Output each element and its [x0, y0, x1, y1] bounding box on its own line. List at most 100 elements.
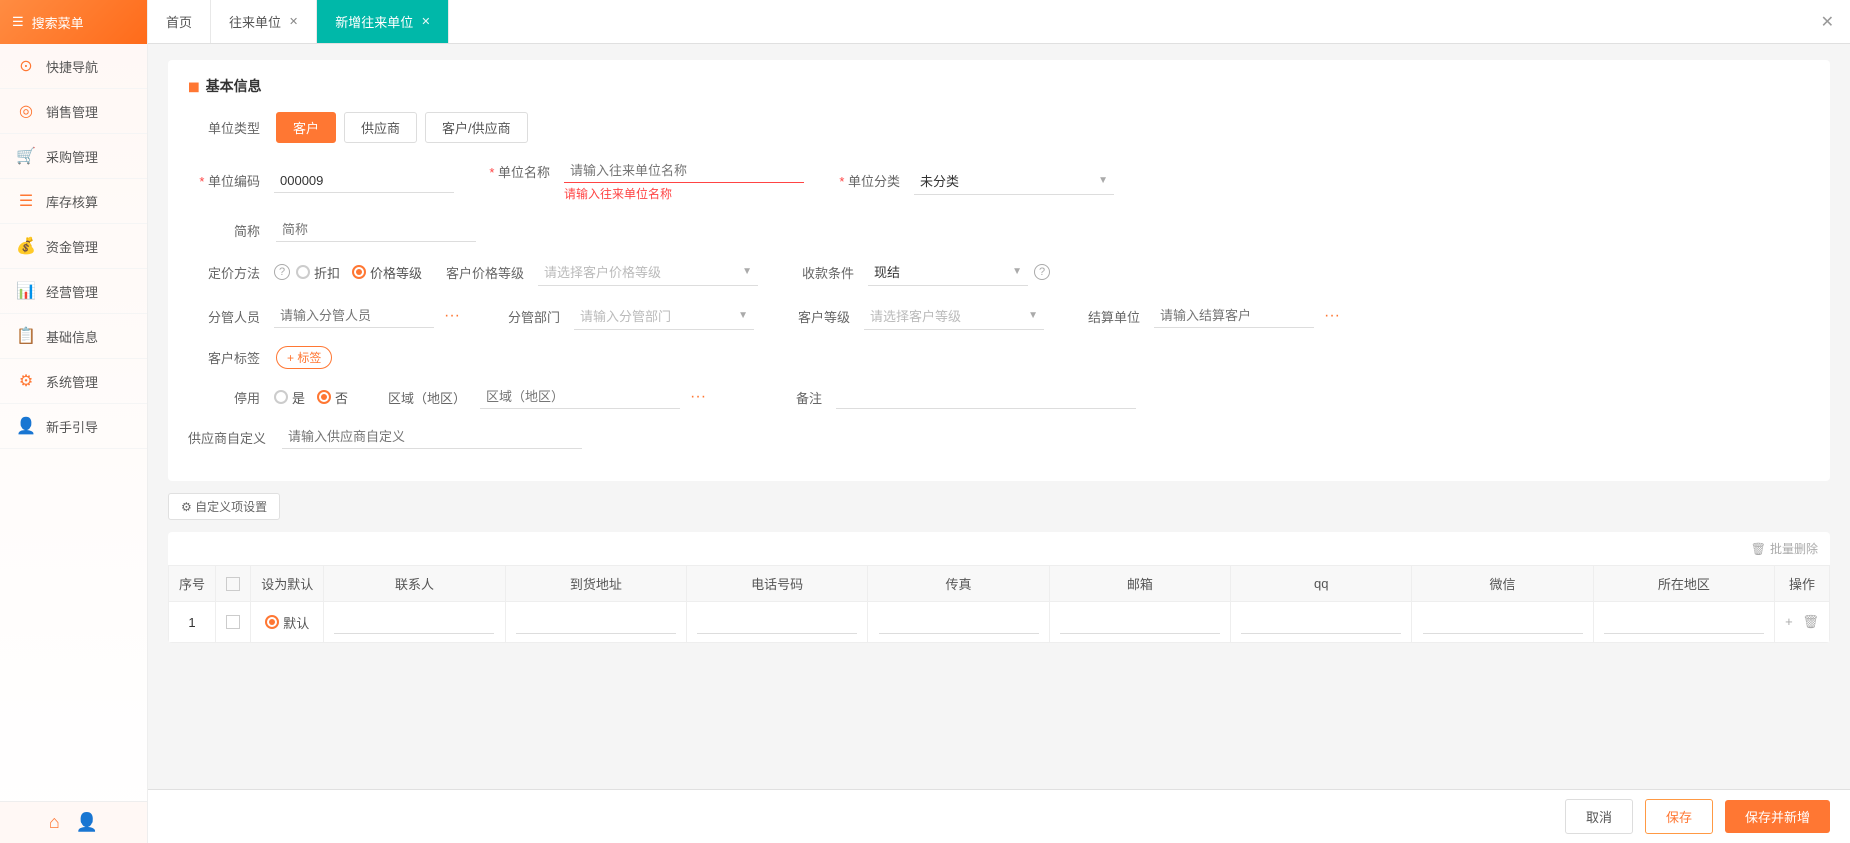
disable-no[interactable]: 否: [317, 388, 348, 407]
type-btn-supplier[interactable]: 供应商: [344, 112, 417, 143]
customer-price-level-field: 客户价格等级 请选择客户价格等级 ▼: [446, 258, 758, 286]
guide-icon: 👤: [16, 416, 36, 436]
remark-field: 备注: [750, 385, 1136, 409]
tab-new-partner[interactable]: 新增往来单位 ✕: [317, 0, 449, 43]
address-input[interactable]: [516, 610, 676, 634]
table-row: 1 默认: [169, 602, 1830, 643]
remark-label: 备注: [750, 388, 830, 407]
sidebar-item-quick-nav[interactable]: ⊙ 快捷导航: [0, 44, 147, 89]
col-phone: 电话号码: [687, 566, 868, 602]
tabbar: 首页 往来单位 ✕ 新增往来单位 ✕ ✕: [148, 0, 1850, 44]
customer-level-select[interactable]: 请选择客户等级 ▼: [864, 302, 1044, 330]
disable-region-remark-row: 停用 是 否 区域（地区） ···: [188, 385, 1810, 409]
select-all-checkbox[interactable]: [226, 577, 240, 591]
qq-input[interactable]: [1241, 610, 1401, 634]
customer-price-level-label: 客户价格等级: [446, 263, 532, 282]
department-field: 分管部门 请输入分管部门 ▼: [488, 302, 754, 330]
manager-more-btn[interactable]: ···: [440, 307, 464, 325]
remark-input[interactable]: [836, 385, 1136, 409]
sidebar-item-purchase[interactable]: 🛒 采购管理: [0, 134, 147, 179]
tabbar-close-all[interactable]: ✕: [1805, 0, 1850, 43]
unit-name-error: 请输入往来单位名称: [564, 187, 672, 201]
save-button[interactable]: 保存: [1645, 799, 1713, 834]
email-input[interactable]: [1060, 610, 1220, 634]
basic-info-card: ◼ 基本信息 单位类型 客户 供应商 客户/供应商 单位编码: [168, 60, 1830, 481]
wechat-input[interactable]: [1423, 610, 1583, 634]
default-radio-circle: [265, 615, 279, 629]
disable-yes[interactable]: 是: [274, 388, 305, 407]
page-content: ◼ 基本信息 单位类型 客户 供应商 客户/供应商 单位编码: [148, 44, 1850, 789]
custom-settings-btn[interactable]: ⚙ 自定义项设置: [168, 493, 280, 520]
batch-delete-btn[interactable]: 🗑 🗑 批量删除 批量删除: [1751, 540, 1818, 557]
tab-home[interactable]: 首页: [148, 0, 211, 43]
sidebar-item-label: 库存核算: [46, 192, 98, 211]
footer: 取消 保存 保存并新增: [148, 789, 1850, 843]
row-delete-btn[interactable]: 🗑: [1802, 614, 1819, 629]
tags-label: 客户标签: [188, 348, 268, 367]
search-menu[interactable]: ☰ 搜索菜单: [0, 0, 147, 44]
row-checkbox[interactable]: [226, 615, 240, 629]
settlement-more-btn[interactable]: ···: [1320, 307, 1344, 325]
unit-category-select[interactable]: 未分类 ▼: [914, 167, 1114, 195]
payment-terms-help-icon[interactable]: ?: [1034, 264, 1050, 280]
sidebar-item-label: 采购管理: [46, 147, 98, 166]
unit-code-input[interactable]: [274, 169, 454, 193]
row-region-input[interactable]: [1604, 610, 1764, 634]
sidebar-item-operations[interactable]: 📊 经营管理: [0, 269, 147, 314]
sidebar-item-label: 新手引导: [46, 417, 98, 436]
customer-price-level-select[interactable]: 请选择客户价格等级 ▼: [538, 258, 758, 286]
home-bottom-icon[interactable]: ⌂: [49, 812, 60, 833]
contact-input[interactable]: [334, 610, 494, 634]
col-qq: qq: [1231, 566, 1412, 602]
default-radio[interactable]: 默认: [261, 613, 313, 632]
supplier-custom-input[interactable]: [282, 425, 582, 449]
row-phone: [687, 602, 868, 643]
tab-partners-close[interactable]: ✕: [289, 15, 298, 28]
pricing-radio-discount[interactable]: 折扣: [296, 263, 340, 282]
fax-input[interactable]: [879, 610, 1039, 634]
sidebar-bottom: ⌂ 👤: [0, 801, 147, 843]
col-seq: 序号: [169, 566, 216, 602]
pricing-help-icon[interactable]: ?: [274, 264, 290, 280]
type-btn-customer[interactable]: 客户: [276, 112, 336, 143]
sidebar-item-finance[interactable]: 💰 资金管理: [0, 224, 147, 269]
supplier-custom-label: 供应商自定义: [188, 428, 274, 447]
tab-home-label: 首页: [166, 12, 192, 31]
sidebar-item-guide[interactable]: 👤 新手引导: [0, 404, 147, 449]
abbreviation-input[interactable]: [276, 218, 476, 242]
settlement-unit-input[interactable]: [1154, 304, 1314, 328]
sidebar-item-sales[interactable]: ◎ 销售管理: [0, 89, 147, 134]
sidebar-item-basic-info[interactable]: 📋 基础信息: [0, 314, 147, 359]
sidebar-item-label: 经营管理: [46, 282, 98, 301]
add-tag-btn[interactable]: + 标签: [276, 346, 332, 369]
region-more-btn[interactable]: ···: [686, 388, 710, 406]
tab-new-partner-close[interactable]: ✕: [421, 15, 430, 28]
row-qq: [1231, 602, 1412, 643]
unit-category-arrow: ▼: [1098, 175, 1108, 186]
customer-level-placeholder: 请选择客户等级: [870, 306, 1024, 325]
region-input[interactable]: [480, 385, 680, 409]
sidebar-item-system[interactable]: ⚙ 系统管理: [0, 359, 147, 404]
cancel-button[interactable]: 取消: [1565, 799, 1633, 834]
sidebar-item-inventory[interactable]: ☰ 库存核算: [0, 179, 147, 224]
save-new-button[interactable]: 保存并新增: [1725, 800, 1830, 833]
disable-no-circle: [317, 390, 331, 404]
payment-terms-select[interactable]: 现结 ▼: [868, 258, 1028, 286]
manager-input[interactable]: [274, 304, 434, 328]
customer-level-field: 客户等级 请选择客户等级 ▼: [778, 302, 1044, 330]
row-add-btn[interactable]: +: [1785, 614, 1793, 629]
type-btn-both[interactable]: 客户/供应商: [425, 112, 528, 143]
department-select[interactable]: 请输入分管部门 ▼: [574, 302, 754, 330]
tab-partners[interactable]: 往来单位 ✕: [211, 0, 317, 43]
unit-category-field: 单位分类 未分类 ▼: [828, 167, 1114, 195]
unit-code-label: 单位编码: [188, 171, 268, 190]
phone-input[interactable]: [697, 610, 857, 634]
user-bottom-icon[interactable]: 👤: [76, 812, 98, 833]
pricing-radio-level[interactable]: 价格等级: [352, 263, 422, 282]
tab-partners-label: 往来单位: [229, 12, 281, 31]
row-default: 默认: [251, 602, 324, 643]
row-seq: 1: [169, 602, 216, 643]
payment-terms-field: 收款条件 现结 ▼ ?: [782, 258, 1050, 286]
batch-delete-icon: 🗑: [1751, 542, 1766, 556]
unit-name-input[interactable]: [564, 159, 804, 183]
